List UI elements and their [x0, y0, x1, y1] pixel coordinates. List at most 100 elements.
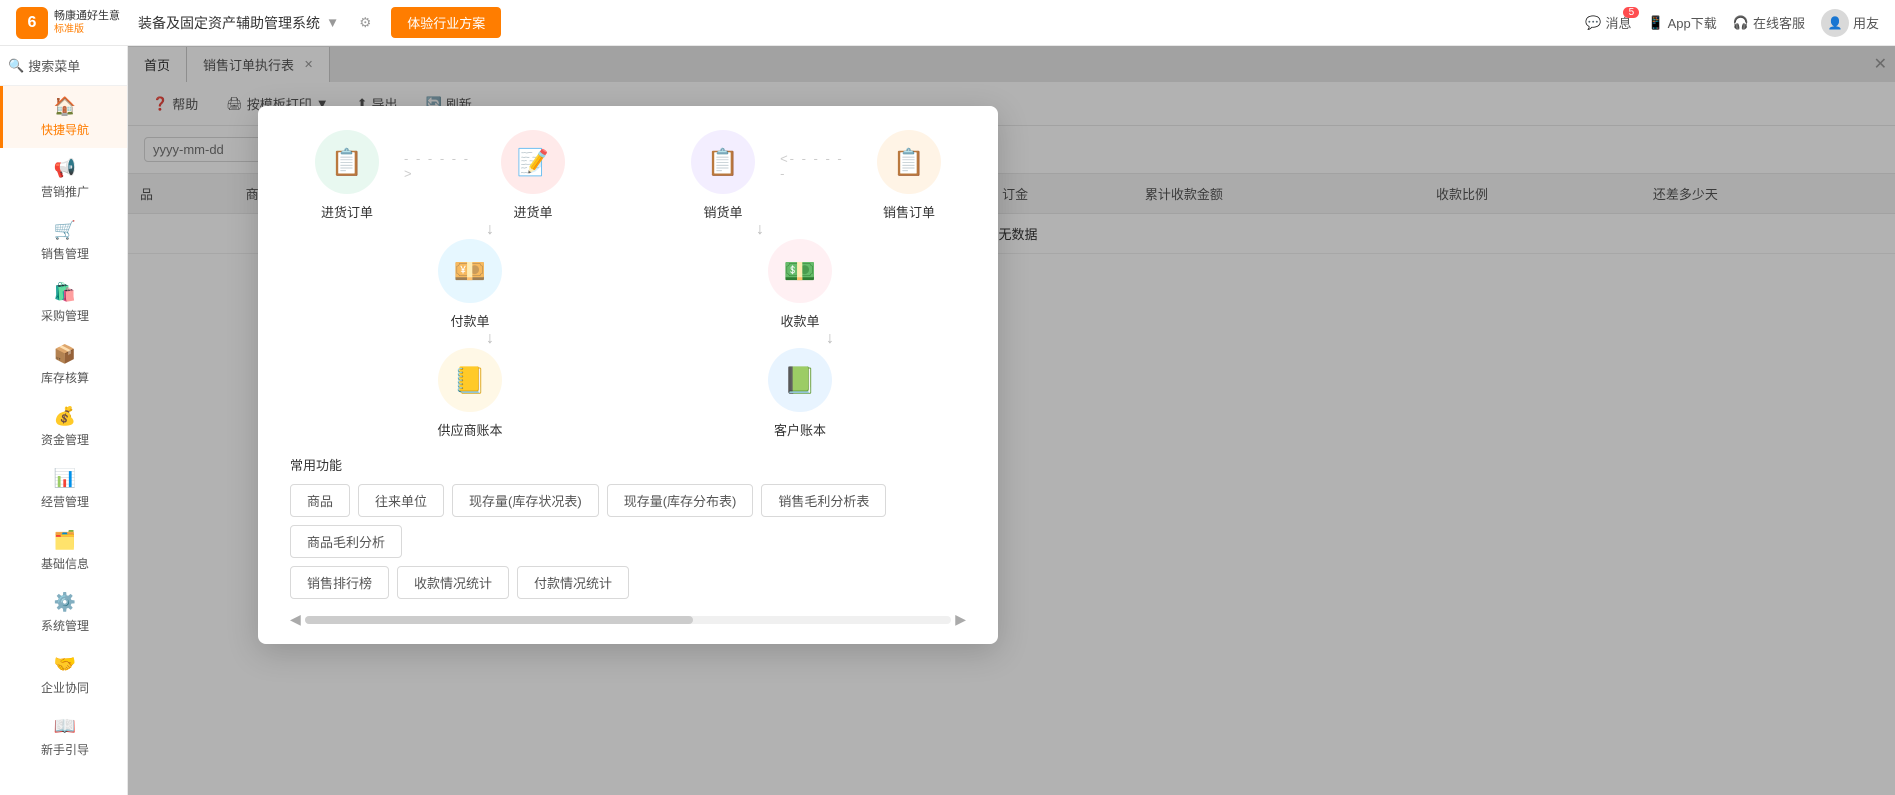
scroll-right-arrow[interactable]: ▶	[955, 611, 966, 628]
flow-row-1: 📋 进货订单 - - - - - -> 📝 进货单	[290, 130, 966, 221]
main-area: 🔍 搜索菜单 🏠 快捷导航 📢 营销推广 🛒 销售管理 🛍️ 采购管理 📦	[0, 46, 1895, 795]
h-arrow-1: - - - - - ->	[404, 151, 476, 181]
sidebar-item-business[interactable]: 📊 经营管理	[0, 458, 127, 520]
func-btn-payment-stats[interactable]: 付款情况统计	[517, 566, 629, 599]
flow-right-pair: 📋 销货单 <- - - - - - 📋 销售订单	[666, 130, 966, 221]
receipt-bill-label: 收款单	[780, 311, 819, 330]
purchase-icon: 🛍️	[54, 282, 76, 303]
purchase-bill-circle: 📝	[501, 130, 565, 194]
flow-v-arrows-2: ↓ ↓	[290, 330, 966, 348]
basic-icon: 🗂️	[54, 530, 76, 551]
finance-icon: 💰	[54, 406, 76, 427]
settings-btn[interactable]: ⚙	[351, 9, 379, 37]
sales-bill-label: 销货单	[704, 202, 743, 221]
inventory-icon: 📦	[54, 344, 76, 365]
sidebar-item-purchase[interactable]: 🛍️ 采购管理	[0, 272, 127, 334]
node-customer-ledger[interactable]: 📗 客户账本	[740, 348, 860, 439]
sidebar-item-marketing[interactable]: 📢 营销推广	[0, 148, 127, 210]
purchase-order-circle: 📋	[315, 130, 379, 194]
home-icon: 🏠	[54, 96, 76, 117]
system-title-area: 装备及固定资产辅助管理系统 ▼	[138, 13, 339, 33]
node-supplier-ledger[interactable]: 📒 供应商账本	[410, 348, 530, 439]
sidebar-item-quick-nav[interactable]: 🏠 快捷导航	[0, 86, 127, 148]
node-receipt-bill[interactable]: 💵 收款单	[740, 239, 860, 330]
func-btn-product-profit[interactable]: 商品毛利分析	[290, 525, 402, 558]
sidebar-item-sales[interactable]: 🛒 销售管理	[0, 210, 127, 272]
sidebar-label-3: 采购管理	[41, 307, 89, 324]
sidebar-label-7: 基础信息	[41, 555, 89, 572]
user-area[interactable]: 👤 用友	[1821, 9, 1879, 37]
sales-order-circle: 📋	[877, 130, 941, 194]
flow-left-pair: 📋 进货订单 - - - - - -> 📝 进货单	[290, 130, 590, 221]
flow-diagram: 📋 进货订单 - - - - - -> 📝 进货单	[290, 130, 966, 439]
v-arrow-left-2: ↓	[410, 330, 540, 348]
flow-v-arrows: ↓ ↓	[290, 221, 966, 239]
app-download-item[interactable]: 📱 App下载	[1647, 13, 1716, 32]
sidebar-label-9: 企业协同	[41, 679, 89, 696]
phone-icon: 📱	[1647, 15, 1663, 31]
sidebar-label-6: 经营管理	[41, 493, 89, 510]
app-download-label: App下载	[1668, 13, 1717, 32]
customer-ledger-circle: 📗	[768, 348, 832, 412]
func-btn-sales-ranking[interactable]: 销售排行榜	[290, 566, 389, 599]
sales-bill-circle: 📋	[691, 130, 755, 194]
sidebar-item-corp[interactable]: 🤝 企业协同	[0, 644, 127, 706]
logo-area: 6 畅康通好生意 标准版	[16, 7, 126, 39]
sidebar-label-8: 系统管理	[41, 617, 89, 634]
customer-ledger-label: 客户账本	[774, 420, 826, 439]
app-container: 6 畅康通好生意 标准版 装备及固定资产辅助管理系统 ▼ ⚙ 体验行业方案 💬 …	[0, 0, 1895, 795]
logo-line2: 标准版	[54, 23, 120, 36]
node-purchase-bill[interactable]: 📝 进货单	[476, 130, 590, 221]
sidebar-search[interactable]: 🔍 搜索菜单	[0, 46, 127, 86]
logo-line1: 畅康通好生意	[54, 9, 120, 23]
newbie-icon: 📖	[54, 716, 76, 737]
sidebar-label-10: 新手引导	[41, 741, 89, 758]
message-icon: 💬	[1585, 15, 1601, 31]
popup-scroll: ◀ ▶	[290, 611, 966, 628]
sidebar-item-inventory[interactable]: 📦 库存核算	[0, 334, 127, 396]
user-name: 用友	[1853, 13, 1879, 32]
sidebar-item-newbie[interactable]: 📖 新手引导	[0, 706, 127, 768]
logo-text: 畅康通好生意 标准版	[54, 9, 120, 36]
func-btn-sales-profit-report[interactable]: 销售毛利分析表	[761, 484, 886, 517]
func-btn-inventory-dist[interactable]: 现存量(库存分布表)	[607, 484, 754, 517]
scroll-left-arrow[interactable]: ◀	[290, 611, 301, 628]
sidebar-item-basic[interactable]: 🗂️ 基础信息	[0, 520, 127, 582]
payment-bill-circle: 💴	[438, 239, 502, 303]
business-icon: 📊	[54, 468, 76, 489]
sidebar-item-system[interactable]: ⚙️ 系统管理	[0, 582, 127, 644]
func-btn-product[interactable]: 商品	[290, 484, 350, 517]
system-dropdown-btn[interactable]: ▼	[326, 15, 339, 30]
node-purchase-order[interactable]: 📋 进货订单	[290, 130, 404, 221]
node-sales-order[interactable]: 📋 销售订单	[852, 130, 966, 221]
sidebar-search-label: 搜索菜单	[28, 56, 80, 75]
supplier-ledger-circle: 📒	[438, 348, 502, 412]
sidebar-item-finance[interactable]: 💰 资金管理	[0, 396, 127, 458]
scroll-track[interactable]	[305, 616, 951, 624]
node-sales-bill[interactable]: 📋 销货单	[666, 130, 780, 221]
h-arrow-2: <- - - - - -	[780, 151, 852, 181]
flow-row-2: 💴 付款单 💵 收款单	[290, 239, 966, 330]
node-payment-bill[interactable]: 💴 付款单	[410, 239, 530, 330]
func-btn-inventory-status[interactable]: 现存量(库存状况表)	[452, 484, 599, 517]
headset-icon: 🎧	[1733, 15, 1749, 31]
scroll-thumb	[305, 616, 693, 624]
flow-row-3: 📒 供应商账本 📗 客户账本	[290, 348, 966, 439]
online-service-item[interactable]: 🎧 在线客服	[1733, 13, 1805, 32]
sales-order-label: 销售订单	[883, 202, 935, 221]
avatar: 👤	[1821, 9, 1849, 37]
sidebar-label-4: 库存核算	[41, 369, 89, 386]
system-icon: ⚙️	[54, 592, 76, 613]
sidebar-label-2: 销售管理	[41, 245, 89, 262]
online-service-label: 在线客服	[1753, 13, 1805, 32]
sidebar-label-0: 快捷导航	[41, 121, 89, 138]
func-btn-partner[interactable]: 往来单位	[358, 484, 444, 517]
func-btn-receipt-stats[interactable]: 收款情况统计	[397, 566, 509, 599]
trial-btn[interactable]: 体验行业方案	[391, 7, 501, 38]
sidebar: 🔍 搜索菜单 🏠 快捷导航 📢 营销推广 🛒 销售管理 🛍️ 采购管理 📦	[0, 46, 128, 795]
content-area: 首页 销售订单执行表 ✕ ✕ ❓ 帮助 🖨 按模板打印	[128, 46, 1895, 795]
message-item[interactable]: 💬 消息 5	[1585, 13, 1631, 32]
system-title-text: 装备及固定资产辅助管理系统	[138, 13, 320, 33]
func-buttons-row-2: 销售排行榜 收款情况统计 付款情况统计	[290, 566, 966, 599]
payment-bill-label: 付款单	[450, 311, 489, 330]
